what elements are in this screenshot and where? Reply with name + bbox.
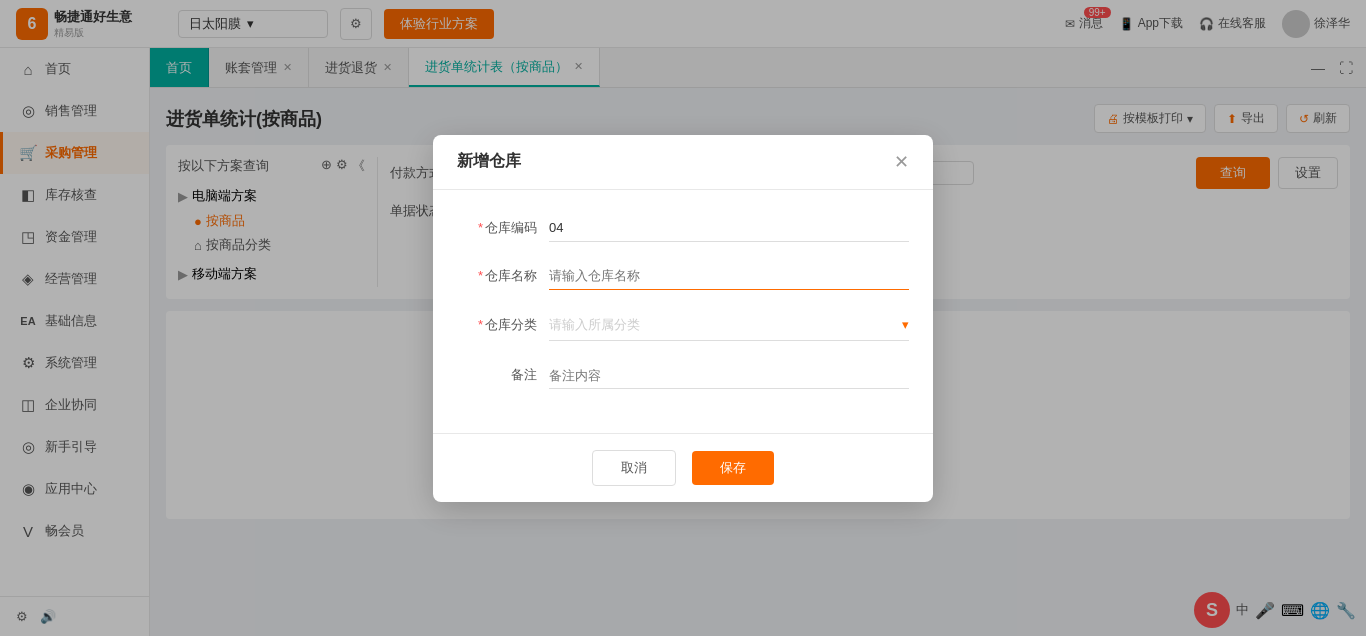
category-chevron: ▾: [902, 317, 909, 332]
form-row-category: *仓库分类 请输入所属分类 ▾: [457, 310, 909, 341]
form-row-name: *仓库名称: [457, 262, 909, 290]
notes-input[interactable]: [549, 361, 909, 389]
category-placeholder: 请输入所属分类: [549, 316, 640, 334]
name-label: *仓库名称: [457, 267, 537, 285]
modal-header: 新增仓库 ✕: [433, 135, 933, 190]
name-input[interactable]: [549, 262, 909, 290]
modal-close-icon[interactable]: ✕: [894, 151, 909, 173]
category-select[interactable]: 请输入所属分类 ▾: [549, 310, 909, 341]
save-button[interactable]: 保存: [692, 451, 774, 485]
form-row-notes: 备注: [457, 361, 909, 389]
modal-footer: 取消 保存: [433, 433, 933, 502]
code-input[interactable]: [549, 214, 909, 242]
form-row-code: *仓库编码: [457, 214, 909, 242]
modal-overlay[interactable]: 新增仓库 ✕ *仓库编码 *仓库名称 *仓库分类: [0, 0, 1366, 636]
code-label: *仓库编码: [457, 219, 537, 237]
modal-body: *仓库编码 *仓库名称 *仓库分类 请输入所属分类 ▾: [433, 190, 933, 433]
notes-label: 备注: [457, 366, 537, 384]
modal-title: 新增仓库: [457, 151, 521, 172]
category-label: *仓库分类: [457, 316, 537, 334]
modal-add-warehouse: 新增仓库 ✕ *仓库编码 *仓库名称 *仓库分类: [433, 135, 933, 502]
cancel-button[interactable]: 取消: [592, 450, 676, 486]
